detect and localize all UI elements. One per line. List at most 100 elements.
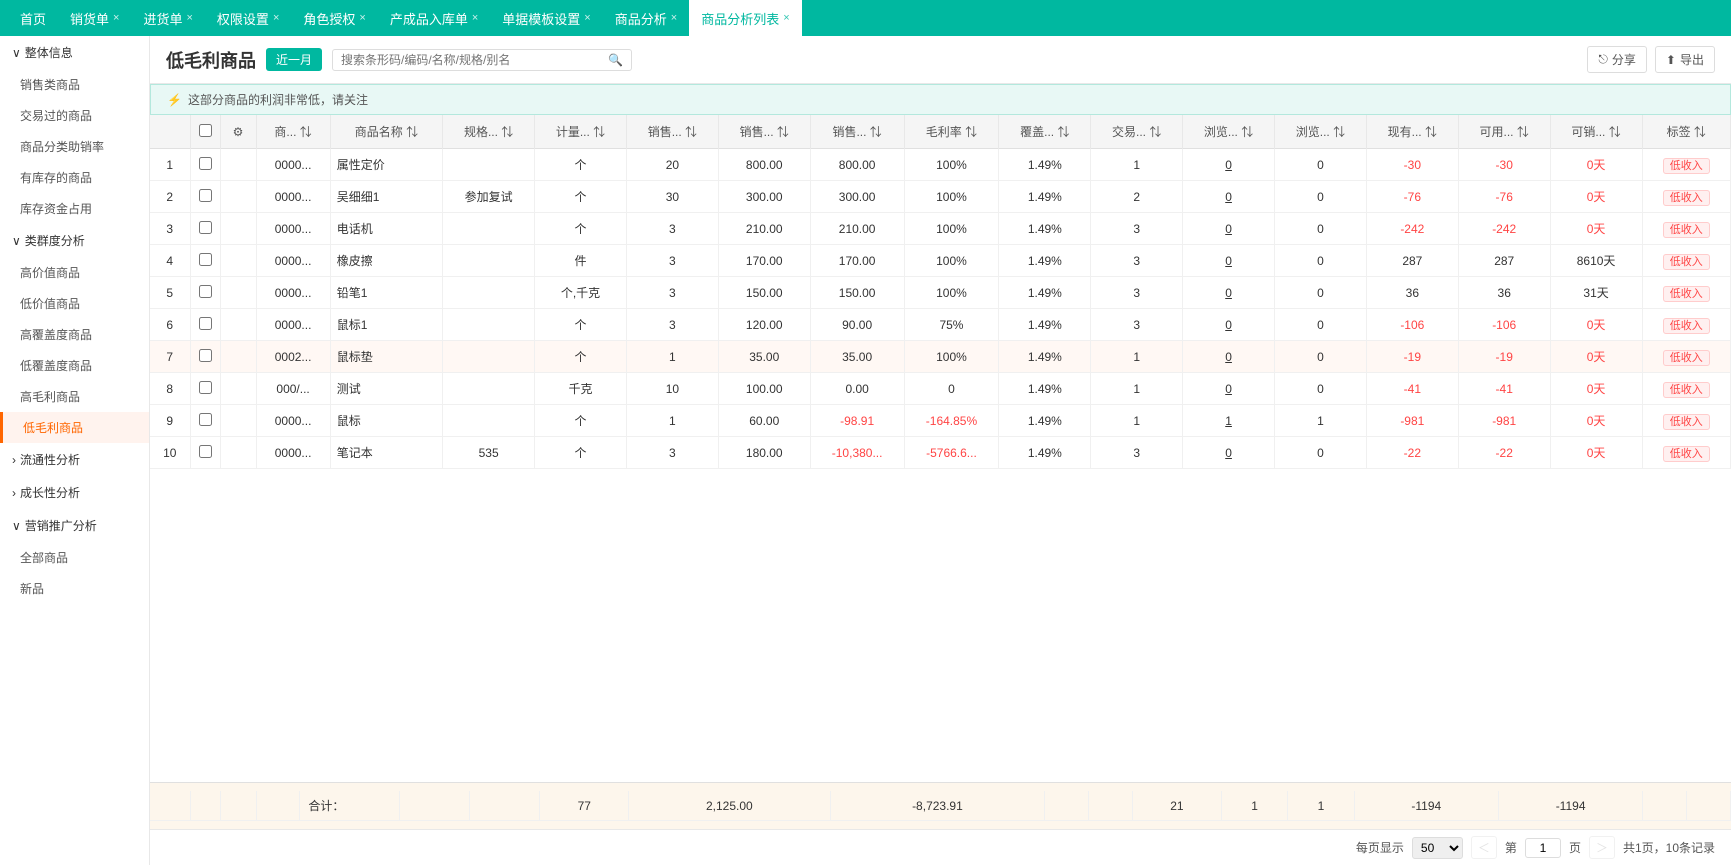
nav-goods-analysis-list-close[interactable]: × <box>783 12 789 24</box>
cell-name[interactable]: 电话机 <box>330 213 443 245</box>
cell-name[interactable]: 测试 <box>330 373 443 405</box>
th-spec[interactable]: 规格... ⇅ <box>443 115 535 149</box>
cell-name[interactable]: 鼠标垫 <box>330 341 443 373</box>
row-checkbox[interactable] <box>199 253 212 266</box>
row-checkbox[interactable] <box>199 189 212 202</box>
cell-browse1[interactable]: 0 <box>1183 277 1275 309</box>
th-gross-rate[interactable]: 毛利率 ⇅ <box>904 115 999 149</box>
th-check[interactable] <box>190 115 220 149</box>
cell-name[interactable]: 笔记本 <box>330 437 443 469</box>
th-saleable[interactable]: 可销... ⇅ <box>1550 115 1642 149</box>
page-number-input[interactable] <box>1525 838 1561 858</box>
sidebar-group-overall[interactable]: ∨ 整体信息 <box>0 36 149 69</box>
nav-permission-close[interactable]: × <box>273 12 279 24</box>
cell-name[interactable]: 鼠标1 <box>330 309 443 341</box>
sidebar-item-sales-goods[interactable]: 销售类商品 <box>0 69 149 100</box>
row-checkbox[interactable] <box>199 445 212 458</box>
cell-check[interactable] <box>190 245 220 277</box>
sidebar-group-cluster[interactable]: ∨ 类群度分析 <box>0 224 149 257</box>
cell-check[interactable] <box>190 213 220 245</box>
th-available[interactable]: 可用... ⇅ <box>1458 115 1550 149</box>
cell-name[interactable]: 橡皮擦 <box>330 245 443 277</box>
cell-name[interactable]: 鼠标 <box>330 405 443 437</box>
nav-template-close[interactable]: × <box>584 12 590 24</box>
nav-sales[interactable]: 销货单 × <box>58 0 131 36</box>
cell-check[interactable] <box>190 181 220 213</box>
th-browse1[interactable]: 浏览... ⇅ <box>1183 115 1275 149</box>
th-stock-now[interactable]: 现有... ⇅ <box>1366 115 1458 149</box>
nav-goods-analysis[interactable]: 商品分析 × <box>603 0 689 36</box>
next-page-button[interactable]: ＞ <box>1589 836 1615 859</box>
cell-check[interactable] <box>190 277 220 309</box>
cell-browse1[interactable]: 0 <box>1183 341 1275 373</box>
sidebar-item-high-coverage[interactable]: 高覆盖度商品 <box>0 319 149 350</box>
nav-role-close[interactable]: × <box>359 12 365 24</box>
nav-goods-analysis-list[interactable]: 商品分析列表 × <box>689 0 801 36</box>
search-input[interactable] <box>341 53 608 67</box>
th-sales-profit[interactable]: 销售... ⇅ <box>810 115 904 149</box>
search-icon[interactable]: 🔍 <box>608 53 623 67</box>
share-button[interactable]: ⎋ 分享 <box>1587 46 1647 73</box>
sidebar-item-traded-goods[interactable]: 交易过的商品 <box>0 100 149 131</box>
cell-check[interactable] <box>190 149 220 181</box>
row-checkbox[interactable] <box>199 221 212 234</box>
cell-name[interactable]: 吴细细1 <box>330 181 443 213</box>
th-cover-rate[interactable]: 覆盖... ⇅ <box>999 115 1091 149</box>
nav-purchase-close[interactable]: × <box>186 12 192 24</box>
select-all-checkbox[interactable] <box>199 124 212 137</box>
sidebar-item-new-goods[interactable]: 新品 <box>0 573 149 604</box>
sidebar-item-low-coverage[interactable]: 低覆盖度商品 <box>0 350 149 381</box>
th-unit[interactable]: 计量... ⇅ <box>535 115 627 149</box>
th-settings[interactable]: ⚙ <box>220 115 256 149</box>
nav-permission[interactable]: 权限设置 × <box>205 0 291 36</box>
cell-check[interactable] <box>190 309 220 341</box>
sidebar-group-growth[interactable]: › 成长性分析 <box>0 476 149 509</box>
nav-purchase[interactable]: 进货单 × <box>131 0 204 36</box>
th-code[interactable]: 商... ⇅ <box>256 115 330 149</box>
cell-browse1[interactable]: 0 <box>1183 373 1275 405</box>
th-sales-qty[interactable]: 销售... ⇅ <box>626 115 718 149</box>
nav-product-entry-close[interactable]: × <box>472 12 478 24</box>
sidebar-group-marketing[interactable]: ∨ 营销推广分析 <box>0 509 149 542</box>
nav-product-entry[interactable]: 产成品入库单 × <box>378 0 490 36</box>
cell-browse1[interactable]: 0 <box>1183 437 1275 469</box>
sidebar-item-all-goods[interactable]: 全部商品 <box>0 542 149 573</box>
cell-name[interactable]: 属性定价 <box>330 149 443 181</box>
th-browse2[interactable]: 浏览... ⇅ <box>1275 115 1367 149</box>
sidebar-item-category-rate[interactable]: 商品分类助销率 <box>0 131 149 162</box>
th-trade-count[interactable]: 交易... ⇅ <box>1091 115 1183 149</box>
nav-home[interactable]: 首页 <box>8 0 58 36</box>
th-sales-amt[interactable]: 销售... ⇅ <box>718 115 810 149</box>
cell-browse1[interactable]: 0 <box>1183 213 1275 245</box>
export-button[interactable]: ⬆ 导出 <box>1655 46 1715 73</box>
prev-page-button[interactable]: ＜ <box>1471 836 1497 859</box>
cell-browse1[interactable]: 0 <box>1183 309 1275 341</box>
cell-check[interactable] <box>190 373 220 405</box>
th-name[interactable]: 商品名称 ⇅ <box>330 115 443 149</box>
row-checkbox[interactable] <box>199 413 212 426</box>
sidebar-item-low-value[interactable]: 低价值商品 <box>0 288 149 319</box>
cell-check[interactable] <box>190 437 220 469</box>
cell-check[interactable] <box>190 405 220 437</box>
cell-check[interactable] <box>190 341 220 373</box>
sidebar-group-flow[interactable]: › 流通性分析 <box>0 443 149 476</box>
sidebar-item-high-margin[interactable]: 高毛利商品 <box>0 381 149 412</box>
table-wrapper[interactable]: ⚙ 商... ⇅ 商品名称 ⇅ 规格... ⇅ 计量... ⇅ 销售... ⇅ … <box>150 115 1731 782</box>
sidebar-item-capital[interactable]: 库存资金占用 <box>0 193 149 224</box>
cell-browse1[interactable]: 1 <box>1183 405 1275 437</box>
row-checkbox[interactable] <box>199 317 212 330</box>
cell-browse1[interactable]: 0 <box>1183 245 1275 277</box>
th-tag[interactable]: 标签 ⇅ <box>1642 115 1730 149</box>
cell-name[interactable]: 铅笔1 <box>330 277 443 309</box>
sidebar-item-low-margin[interactable]: 低毛利商品 <box>0 412 149 443</box>
nav-sales-close[interactable]: × <box>113 12 119 24</box>
cell-browse1[interactable]: 0 <box>1183 149 1275 181</box>
cell-browse1[interactable]: 0 <box>1183 181 1275 213</box>
row-checkbox[interactable] <box>199 285 212 298</box>
nav-goods-analysis-close[interactable]: × <box>671 12 677 24</box>
page-size-select[interactable]: 50 100 200 <box>1412 837 1463 859</box>
sidebar-item-high-value[interactable]: 高价值商品 <box>0 257 149 288</box>
row-checkbox[interactable] <box>199 349 212 362</box>
row-checkbox[interactable] <box>199 381 212 394</box>
row-checkbox[interactable] <box>199 157 212 170</box>
